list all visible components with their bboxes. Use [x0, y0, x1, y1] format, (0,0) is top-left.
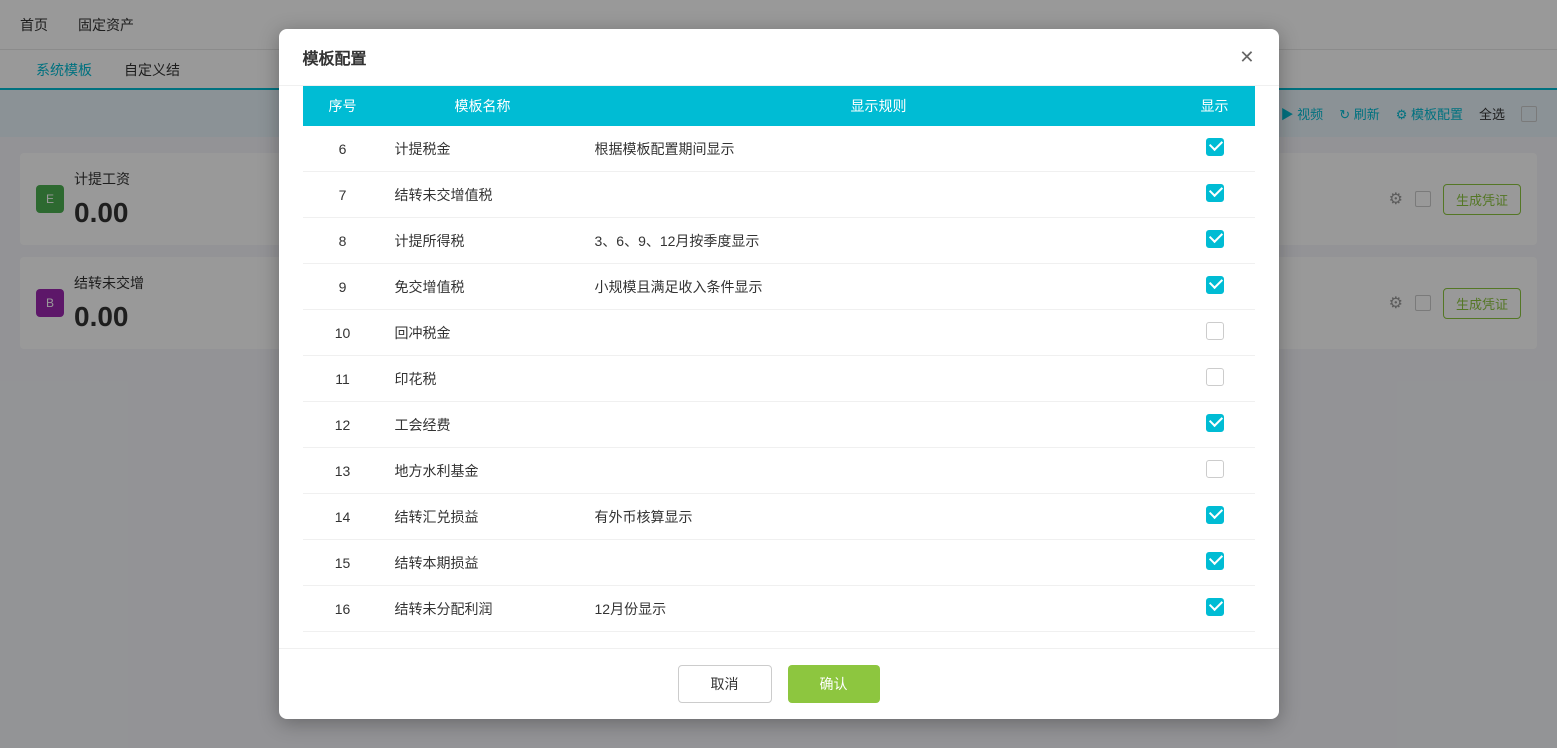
modal-body[interactable]: 序号 模板名称 显示规则 显示 6计提税金根据模板配置期间显示7结转未交增值税8… [279, 86, 1279, 648]
cell-check-10 [1175, 586, 1255, 632]
cell-id-0: 6 [303, 126, 383, 172]
cell-rule-1 [583, 172, 1175, 218]
modal-close-button[interactable]: ✕ [1239, 48, 1254, 66]
cell-id-1: 7 [303, 172, 383, 218]
cell-name-9: 结转本期损益 [383, 540, 583, 586]
cell-id-9: 15 [303, 540, 383, 586]
cell-name-4: 回冲税金 [383, 310, 583, 356]
table-row: 9免交增值税小规模且满足收入条件显示 [303, 264, 1255, 310]
cell-check-8 [1175, 494, 1255, 540]
cell-rule-3: 小规模且满足收入条件显示 [583, 264, 1175, 310]
cell-name-8: 结转汇兑损益 [383, 494, 583, 540]
cell-rule-8: 有外币核算显示 [583, 494, 1175, 540]
cell-rule-0: 根据模板配置期间显示 [583, 126, 1175, 172]
cell-id-6: 12 [303, 402, 383, 448]
cell-rule-6 [583, 402, 1175, 448]
cell-check-4 [1175, 310, 1255, 356]
modal-footer: 取消 确认 [279, 648, 1279, 719]
cell-id-2: 8 [303, 218, 383, 264]
cell-check-5 [1175, 356, 1255, 402]
cell-id-5: 11 [303, 356, 383, 402]
modal-template-config: 模板配置 ✕ 序号 模板名称 显示规则 显示 6计提税金根据模板配置期间显示7结… [279, 29, 1279, 719]
checkbox-7[interactable] [1206, 460, 1224, 478]
checkbox-9[interactable] [1206, 552, 1224, 570]
table-row: 12工会经费 [303, 402, 1255, 448]
cell-check-3 [1175, 264, 1255, 310]
modal-title: 模板配置 [303, 45, 367, 69]
cancel-button[interactable]: 取消 [678, 665, 772, 703]
table-header-row: 序号 模板名称 显示规则 显示 [303, 86, 1255, 126]
table-row: 13地方水利基金 [303, 448, 1255, 494]
checkbox-3[interactable] [1206, 276, 1224, 294]
cell-rule-4 [583, 310, 1175, 356]
th-display: 显示 [1175, 86, 1255, 126]
cell-id-3: 9 [303, 264, 383, 310]
checkbox-8[interactable] [1206, 506, 1224, 524]
cell-name-5: 印花税 [383, 356, 583, 402]
cell-name-1: 结转未交增值税 [383, 172, 583, 218]
checkbox-4[interactable] [1206, 322, 1224, 340]
cell-check-1 [1175, 172, 1255, 218]
checkbox-6[interactable] [1206, 414, 1224, 432]
config-table: 序号 模板名称 显示规则 显示 6计提税金根据模板配置期间显示7结转未交增值税8… [303, 86, 1255, 632]
table-row: 7结转未交增值税 [303, 172, 1255, 218]
checkbox-2[interactable] [1206, 230, 1224, 248]
checkbox-1[interactable] [1206, 184, 1224, 202]
checkbox-10[interactable] [1206, 598, 1224, 616]
modal-overlay: 模板配置 ✕ 序号 模板名称 显示规则 显示 6计提税金根据模板配置期间显示7结… [0, 0, 1557, 748]
modal-header: 模板配置 ✕ [279, 29, 1279, 86]
cell-check-2 [1175, 218, 1255, 264]
cell-rule-5 [583, 356, 1175, 402]
table-row: 10回冲税金 [303, 310, 1255, 356]
cell-check-0 [1175, 126, 1255, 172]
table-row: 14结转汇兑损益有外币核算显示 [303, 494, 1255, 540]
table-row: 6计提税金根据模板配置期间显示 [303, 126, 1255, 172]
cell-id-10: 16 [303, 586, 383, 632]
cell-name-0: 计提税金 [383, 126, 583, 172]
cell-name-2: 计提所得税 [383, 218, 583, 264]
th-rule: 显示规则 [583, 86, 1175, 126]
cell-name-10: 结转未分配利润 [383, 586, 583, 632]
cell-id-8: 14 [303, 494, 383, 540]
checkbox-5[interactable] [1206, 368, 1224, 386]
confirm-button[interactable]: 确认 [788, 665, 880, 703]
table-row: 8计提所得税3、6、9、12月按季度显示 [303, 218, 1255, 264]
cell-id-7: 13 [303, 448, 383, 494]
checkbox-0[interactable] [1206, 138, 1224, 156]
th-id: 序号 [303, 86, 383, 126]
th-name: 模板名称 [383, 86, 583, 126]
cell-name-7: 地方水利基金 [383, 448, 583, 494]
table-row: 15结转本期损益 [303, 540, 1255, 586]
cell-check-6 [1175, 402, 1255, 448]
cell-name-3: 免交增值税 [383, 264, 583, 310]
table-row: 16结转未分配利润12月份显示 [303, 586, 1255, 632]
cell-id-4: 10 [303, 310, 383, 356]
cell-rule-9 [583, 540, 1175, 586]
cell-check-9 [1175, 540, 1255, 586]
cell-name-6: 工会经费 [383, 402, 583, 448]
cell-rule-7 [583, 448, 1175, 494]
cell-rule-2: 3、6、9、12月按季度显示 [583, 218, 1175, 264]
cell-rule-10: 12月份显示 [583, 586, 1175, 632]
cell-check-7 [1175, 448, 1255, 494]
table-row: 11印花税 [303, 356, 1255, 402]
